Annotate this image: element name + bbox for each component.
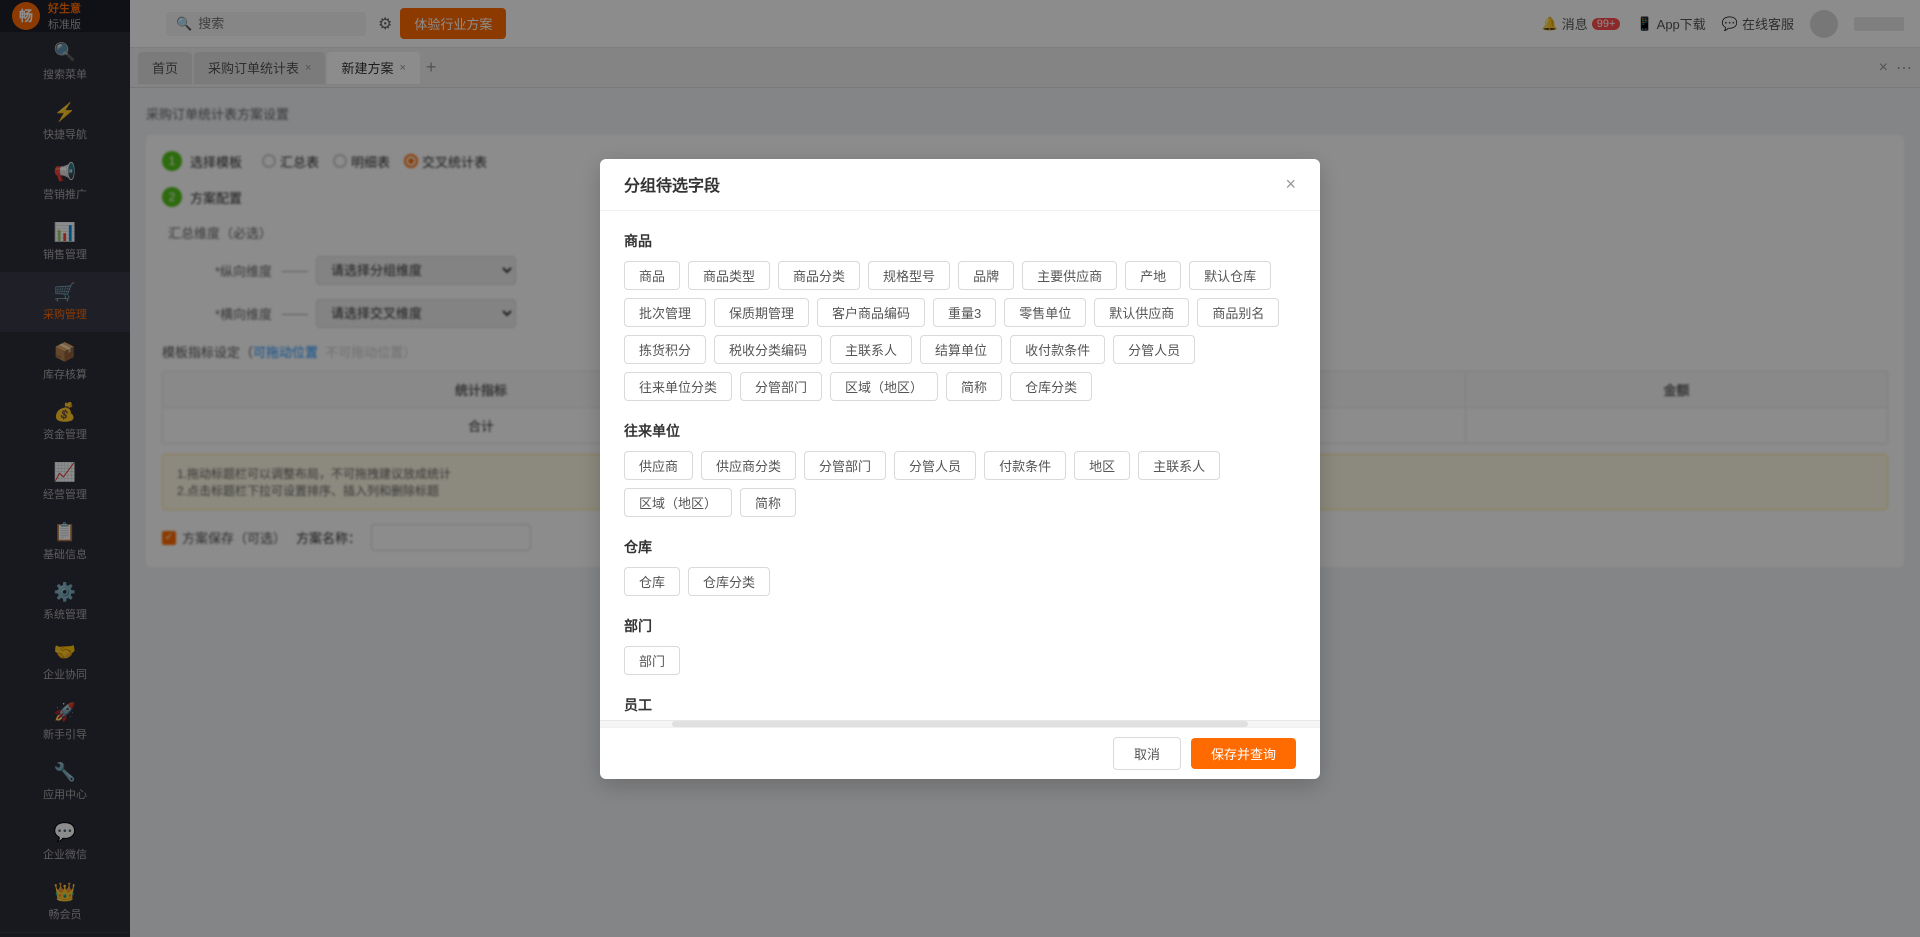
field-tag-goods-6[interactable]: 产地: [1125, 261, 1181, 290]
field-tag-goods-12[interactable]: 零售单位: [1004, 298, 1086, 327]
section-employee: 员工业务员: [624, 695, 1296, 720]
section-tags-department: 部门: [624, 646, 1296, 675]
modal-close-btn[interactable]: ×: [1285, 174, 1296, 195]
field-tag-contacts-2[interactable]: 分管部门: [804, 451, 886, 480]
field-tag-goods-16[interactable]: 税收分类编码: [714, 335, 822, 364]
section-tags-contacts: 供应商供应商分类分管部门分管人员付款条件地区主联系人区域（地区） 简称: [624, 451, 1296, 517]
section-title-department: 部门: [624, 616, 1296, 636]
field-tag-goods-3[interactable]: 规格型号: [868, 261, 950, 290]
confirm-button[interactable]: 保存并查询: [1191, 738, 1296, 769]
section-goods: 商品商品商品类型商品分类规格型号品牌主要供应商产地默认仓库批次管理保质期管理客户…: [624, 231, 1296, 401]
field-tag-goods-8[interactable]: 批次管理: [624, 298, 706, 327]
modal: 分组待选字段 × 商品商品商品类型商品分类规格型号品牌主要供应商产地默认仓库批次…: [600, 159, 1320, 779]
field-tag-contacts-1[interactable]: 供应商分类: [701, 451, 796, 480]
modal-scroll-bar: [600, 720, 1320, 727]
field-tag-contacts-8[interactable]: 简称: [740, 488, 796, 517]
field-tag-goods-5[interactable]: 主要供应商: [1022, 261, 1117, 290]
field-tag-goods-1[interactable]: 商品类型: [688, 261, 770, 290]
field-tag-warehouse-0[interactable]: 仓库: [624, 567, 680, 596]
section-title-warehouse: 仓库: [624, 537, 1296, 557]
modal-footer: 取消 保存并查询: [600, 727, 1320, 779]
field-tag-warehouse-1[interactable]: 仓库分类: [688, 567, 770, 596]
section-title-employee: 员工: [624, 695, 1296, 715]
field-tag-goods-21[interactable]: 往来单位分类: [624, 372, 732, 401]
field-tag-department-0[interactable]: 部门: [624, 646, 680, 675]
field-tag-goods-13[interactable]: 默认供应商: [1094, 298, 1189, 327]
field-tag-goods-14[interactable]: 商品别名: [1197, 298, 1279, 327]
field-tag-goods-22[interactable]: 分管部门: [740, 372, 822, 401]
cancel-button[interactable]: 取消: [1113, 737, 1181, 770]
field-tag-contacts-7[interactable]: 区域（地区）: [624, 488, 732, 517]
field-tag-goods-0[interactable]: 商品: [624, 261, 680, 290]
field-tag-goods-17[interactable]: 主联系人: [830, 335, 912, 364]
field-tag-goods-7[interactable]: 默认仓库: [1189, 261, 1271, 290]
field-tag-goods-10[interactable]: 客户商品编码: [817, 298, 925, 327]
field-tag-contacts-6[interactable]: 主联系人: [1138, 451, 1220, 480]
modal-header: 分组待选字段 ×: [600, 159, 1320, 211]
field-tag-goods-23[interactable]: 区域（地区）: [830, 372, 938, 401]
section-title-contacts: 往来单位: [624, 421, 1296, 441]
section-tags-warehouse: 仓库仓库分类: [624, 567, 1296, 596]
field-tag-goods-9[interactable]: 保质期管理: [714, 298, 809, 327]
field-tag-goods-25[interactable]: 仓库分类: [1010, 372, 1092, 401]
field-tag-contacts-4[interactable]: 付款条件: [984, 451, 1066, 480]
field-tag-contacts-3[interactable]: 分管人员: [894, 451, 976, 480]
section-contacts: 往来单位供应商供应商分类分管部门分管人员付款条件地区主联系人区域（地区） 简称: [624, 421, 1296, 517]
field-tag-goods-19[interactable]: 收付款条件: [1010, 335, 1105, 364]
field-tag-contacts-5[interactable]: 地区: [1074, 451, 1130, 480]
field-tag-goods-15[interactable]: 拣货积分: [624, 335, 706, 364]
field-tag-goods-20[interactable]: 分管人员: [1113, 335, 1195, 364]
modal-body[interactable]: 商品商品商品类型商品分类规格型号品牌主要供应商产地默认仓库批次管理保质期管理客户…: [600, 211, 1320, 720]
field-tag-goods-2[interactable]: 商品分类: [778, 261, 860, 290]
field-tag-contacts-0[interactable]: 供应商: [624, 451, 693, 480]
section-title-goods: 商品: [624, 231, 1296, 251]
field-tag-goods-4[interactable]: 品牌: [958, 261, 1014, 290]
section-department: 部门部门: [624, 616, 1296, 675]
field-tag-goods-11[interactable]: 重量3: [933, 298, 996, 327]
modal-overlay: 分组待选字段 × 商品商品商品类型商品分类规格型号品牌主要供应商产地默认仓库批次…: [0, 0, 1920, 937]
section-tags-goods: 商品商品类型商品分类规格型号品牌主要供应商产地默认仓库批次管理保质期管理客户商品…: [624, 261, 1296, 401]
section-warehouse: 仓库仓库仓库分类: [624, 537, 1296, 596]
modal-title: 分组待选字段: [624, 172, 720, 196]
field-tag-goods-18[interactable]: 结算单位: [920, 335, 1002, 364]
field-tag-goods-24[interactable]: 简称: [946, 372, 1002, 401]
